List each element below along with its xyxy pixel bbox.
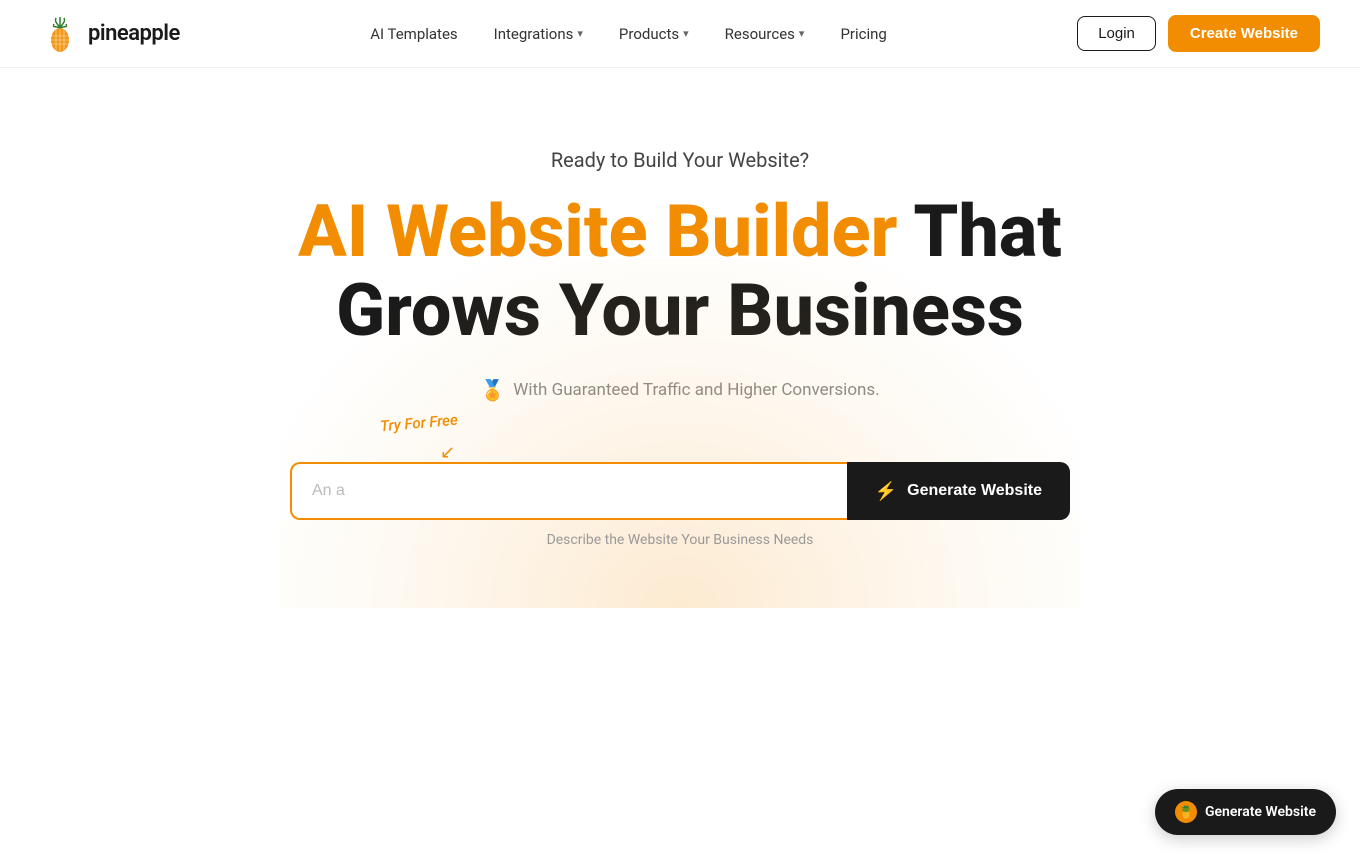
nav-item-label: Integrations <box>494 25 574 43</box>
website-description-input[interactable] <box>290 462 847 520</box>
logo-text: pineapple <box>88 21 180 46</box>
nav-item-pricing[interactable]: Pricing <box>826 17 900 51</box>
medal-icon: 🏅 <box>480 378 505 402</box>
chevron-down-icon: ▾ <box>683 27 689 40</box>
hero-tagline: 🏅 With Guaranteed Traffic and Higher Con… <box>480 378 879 402</box>
hero-section: Ready to Build Your Website? AI Website … <box>0 68 1360 608</box>
input-hint: Describe the Website Your Business Needs <box>547 532 814 548</box>
navbar-actions: Login Create Website <box>1077 15 1320 52</box>
nav-item-products[interactable]: Products ▾ <box>605 17 703 51</box>
nav-item-label: Products <box>619 25 679 43</box>
hero-tagline-text: With Guaranteed Traffic and Higher Conve… <box>513 380 879 400</box>
nav-item-label: Pricing <box>840 25 886 43</box>
logo[interactable]: pineapple <box>40 14 180 54</box>
nav-item-label: AI Templates <box>370 25 457 43</box>
floating-button-label: Generate Website <box>1205 804 1316 820</box>
floating-generate-button[interactable]: 🍍 Generate Website <box>1155 789 1336 835</box>
hero-title: AI Website Builder ThatGrows Your Busine… <box>298 192 1062 350</box>
hero-subtitle: Ready to Build Your Website? <box>551 148 809 172</box>
input-row: ⚡ Generate Website <box>290 462 1070 520</box>
nav-menu: AI Templates Integrations ▾ Products ▾ R… <box>356 17 901 51</box>
chevron-down-icon: ▾ <box>577 27 583 40</box>
bolt-icon: ⚡ <box>875 481 897 502</box>
logo-icon <box>40 14 80 54</box>
nav-item-label: Resources <box>725 25 795 43</box>
login-button[interactable]: Login <box>1077 16 1156 51</box>
navbar: pineapple AI Templates Integrations ▾ Pr… <box>0 0 1360 68</box>
generate-button-label: Generate Website <box>907 482 1042 500</box>
nav-item-integrations[interactable]: Integrations ▾ <box>480 17 597 51</box>
try-arrow-icon: ↙ <box>440 442 455 463</box>
nav-item-ai-templates[interactable]: AI Templates <box>356 17 471 51</box>
hero-title-orange: AI Website Builder <box>298 189 897 274</box>
chevron-down-icon: ▾ <box>799 27 805 40</box>
nav-item-resources[interactable]: Resources ▾ <box>711 17 819 51</box>
try-for-free-label: Try For Free <box>379 411 458 436</box>
generate-website-button[interactable]: ⚡ Generate Website <box>847 462 1070 520</box>
hero-input-section: Try For Free ↙ ⚡ Generate Website Descri… <box>40 462 1320 548</box>
create-website-button[interactable]: Create Website <box>1168 15 1320 52</box>
floating-icon: 🍍 <box>1175 801 1197 823</box>
